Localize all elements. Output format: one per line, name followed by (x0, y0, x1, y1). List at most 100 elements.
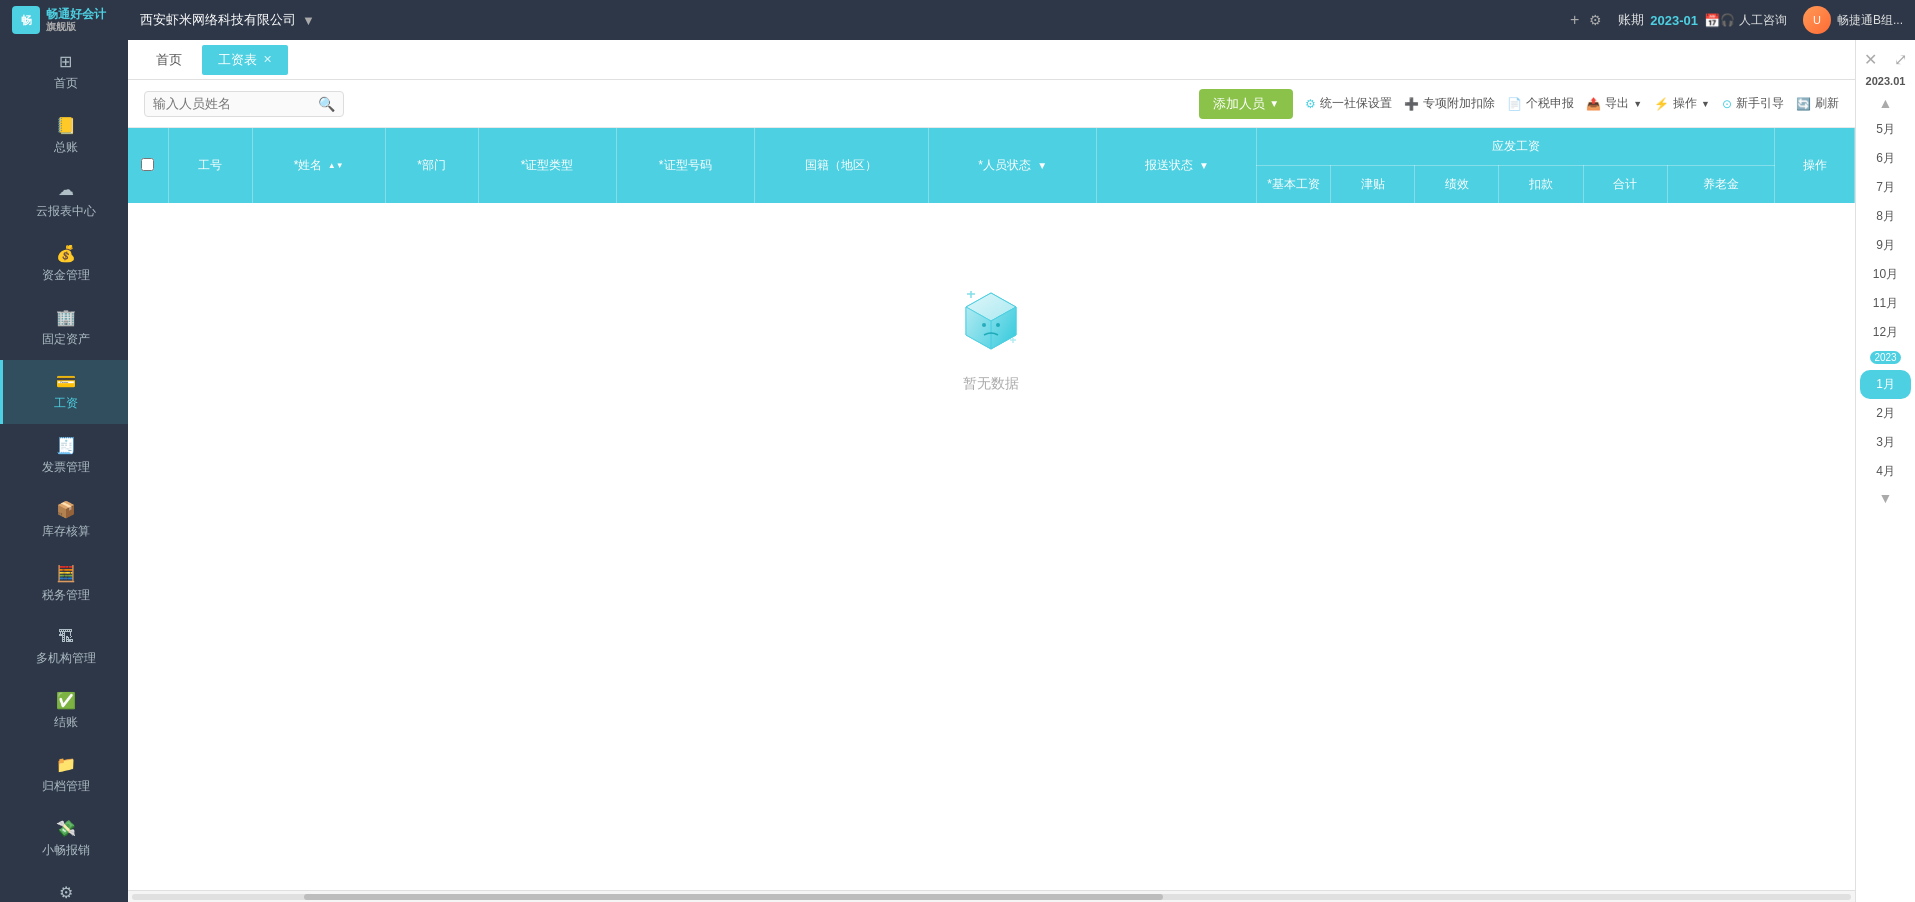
period-selector[interactable]: 账期 2023-01 📅 (1618, 11, 1720, 29)
user-info[interactable]: U 畅捷通B组... (1803, 6, 1903, 34)
th-performance: 绩效 (1415, 166, 1499, 204)
sidebar-item-archive[interactable]: 📁 归档管理 (0, 743, 128, 807)
refresh-action[interactable]: 🔄 刷新 (1796, 95, 1839, 112)
logo-icon: 畅 (12, 6, 40, 34)
sidebar-item-basic-settings[interactable]: ⚙ 基础设置 (0, 871, 128, 902)
calendar-icon[interactable]: 📅 (1704, 13, 1720, 28)
invoice-icon: 🧾 (56, 436, 76, 455)
timeline-panel: ✕ ⤢ 2023.01 ▲ 5月 6月 7月 8月 9月 10月 11月 12月 (1855, 40, 1915, 902)
timeline-month-12[interactable]: 12月 (1856, 318, 1915, 347)
top-bar-right: 🎧 人工咨询 U 畅捷通B组... (1720, 6, 1903, 34)
payroll-icon: 💳 (56, 372, 76, 391)
year-badge: 2023 (1870, 351, 1900, 364)
company-dropdown-icon[interactable]: ▼ (302, 13, 315, 28)
refresh-icon: 🔄 (1796, 97, 1811, 111)
cloud-icon: ☁ (58, 180, 74, 199)
th-person-status[interactable]: *人员状态 ▼ (928, 128, 1096, 203)
settings-icon[interactable]: ⚙ (1589, 12, 1602, 28)
th-department: *部门 (385, 128, 478, 203)
company-selector[interactable]: 西安虾米网络科技有限公司 ▼ (140, 11, 1558, 29)
operation-action[interactable]: ⚡ 操作 ▼ (1654, 95, 1710, 112)
tab-payroll-table[interactable]: 工资表 ✕ (202, 45, 288, 75)
panel-close-icon[interactable]: ✕ (1860, 48, 1881, 71)
th-salary-group: 应发工资 (1257, 128, 1775, 166)
main-layout: ⊞ 首页 📒 总账 ☁ 云报表中心 💰 资金管理 🏢 固定资产 💳 工资 🧾 发… (0, 40, 1915, 902)
sidebar-label-invoice: 发票管理 (42, 459, 90, 476)
timeline-month-9[interactable]: 9月 (1856, 231, 1915, 260)
search-input[interactable] (153, 96, 312, 111)
timeline-scroll-down[interactable]: ▼ (1875, 486, 1897, 510)
timeline-month-7[interactable]: 7月 (1856, 173, 1915, 202)
timeline-month-2[interactable]: 2月 (1856, 399, 1915, 428)
add-dropdown-icon: ▼ (1269, 98, 1279, 109)
timeline-month-8[interactable]: 8月 (1856, 202, 1915, 231)
operation-dropdown-icon: ▼ (1701, 99, 1710, 109)
tab-home[interactable]: 首页 (140, 45, 198, 75)
sidebar-item-closing[interactable]: ✅ 结账 (0, 679, 128, 743)
empty-text: 暂无数据 (963, 375, 1019, 393)
sidebar-item-fund[interactable]: 💰 资金管理 (0, 232, 128, 296)
sidebar-label-payroll: 工资 (54, 395, 78, 412)
timeline-month-5[interactable]: 5月 (1856, 115, 1915, 144)
tab-home-label: 首页 (156, 52, 182, 67)
th-nationality: 国籍（地区） (754, 128, 928, 203)
th-name[interactable]: *姓名 ▲▼ (252, 128, 385, 203)
social-security-action[interactable]: ⚙ 统一社保设置 (1305, 95, 1392, 112)
inventory-icon: 📦 (56, 500, 76, 519)
table-container: 工号 *姓名 ▲▼ *部门 *证型类型 *证型号码 (128, 128, 1855, 890)
th-cert-type: *证型类型 (478, 128, 616, 203)
th-report-status[interactable]: 报送状态 ▼ (1097, 128, 1257, 203)
panel-maximize-icon[interactable]: ⤢ (1890, 48, 1911, 71)
timeline-month-6[interactable]: 6月 (1856, 144, 1915, 173)
special-deduction-action[interactable]: ➕ 专项附加扣除 (1404, 95, 1495, 112)
sidebar-item-ledger[interactable]: 📒 总账 (0, 104, 128, 168)
report-status-filter-icon[interactable]: ▼ (1199, 160, 1209, 171)
add-company-icon[interactable]: + (1570, 11, 1579, 29)
th-number: 工号 (168, 128, 252, 203)
sidebar-item-tax[interactable]: 🧮 税务管理 (0, 552, 128, 616)
sidebar-item-expense[interactable]: 💸 小畅报销 (0, 807, 128, 871)
content-area: 首页 工资表 ✕ 🔍 添加人员 ▼ ⚙ 统一社保设置 (128, 40, 1855, 902)
multi-org-icon: 🏗 (58, 628, 74, 646)
timeline-month-11[interactable]: 11月 (1856, 289, 1915, 318)
sidebar-item-fixed-assets[interactable]: 🏢 固定资产 (0, 296, 128, 360)
home-icon: ⊞ (59, 52, 72, 71)
horizontal-scrollbar[interactable] (128, 890, 1855, 902)
sidebar-item-inventory[interactable]: 📦 库存核算 (0, 488, 128, 552)
search-icon: 🔍 (318, 96, 335, 112)
timeline-month-4[interactable]: 4月 (1856, 457, 1915, 486)
app-title: 畅通好会计 (46, 7, 106, 21)
sidebar-label-ledger: 总账 (54, 139, 78, 156)
company-name: 西安虾米网络科技有限公司 (140, 11, 296, 29)
income-tax-label: 个税申报 (1526, 95, 1574, 112)
sidebar-item-invoice[interactable]: 🧾 发票管理 (0, 424, 128, 488)
sidebar-item-multi-org[interactable]: 🏗 多机构管理 (0, 616, 128, 679)
th-total: 合计 (1583, 166, 1667, 204)
person-status-filter-icon[interactable]: ▼ (1037, 160, 1047, 171)
new-guide-action[interactable]: ⊙ 新手引导 (1722, 95, 1784, 112)
tab-payroll-label: 工资表 (218, 51, 257, 69)
toolbar: 🔍 添加人员 ▼ ⚙ 统一社保设置 ➕ 专项附加扣除 📄 个税申报 (128, 80, 1855, 128)
timeline-month-3[interactable]: 3月 (1856, 428, 1915, 457)
timeline-scroll-up[interactable]: ▲ (1875, 91, 1897, 115)
timeline-month-1[interactable]: 1月 (1860, 370, 1911, 399)
add-person-button[interactable]: 添加人员 ▼ (1199, 89, 1293, 119)
timeline-month-10[interactable]: 10月 (1856, 260, 1915, 289)
toolbar-right: 添加人员 ▼ ⚙ 统一社保设置 ➕ 专项附加扣除 📄 个税申报 📤 导 (1199, 89, 1839, 119)
sidebar-item-payroll[interactable]: 💳 工资 (0, 360, 128, 424)
help-button[interactable]: 🎧 人工咨询 (1720, 12, 1787, 29)
svg-point-4 (982, 323, 986, 327)
top-bar: 畅 畅通好会计 旗舰版 西安虾米网络科技有限公司 ▼ + ⚙ 账期 2023-0… (0, 0, 1915, 40)
tab-close-icon[interactable]: ✕ (263, 53, 272, 66)
name-sort-icon[interactable]: ▲▼ (328, 161, 344, 170)
export-action[interactable]: 📤 导出 ▼ (1586, 95, 1642, 112)
scroll-thumb[interactable] (304, 894, 1164, 900)
select-all-checkbox[interactable] (141, 158, 154, 171)
top-bar-actions: + ⚙ (1566, 11, 1602, 29)
sidebar-label-fixed-assets: 固定资产 (42, 331, 90, 348)
user-label: 畅捷通B组... (1837, 12, 1903, 29)
sidebar-item-cloud-report[interactable]: ☁ 云报表中心 (0, 168, 128, 232)
sidebar-item-home[interactable]: ⊞ 首页 (0, 40, 128, 104)
th-checkbox[interactable] (128, 128, 168, 203)
income-tax-action[interactable]: 📄 个税申报 (1507, 95, 1574, 112)
